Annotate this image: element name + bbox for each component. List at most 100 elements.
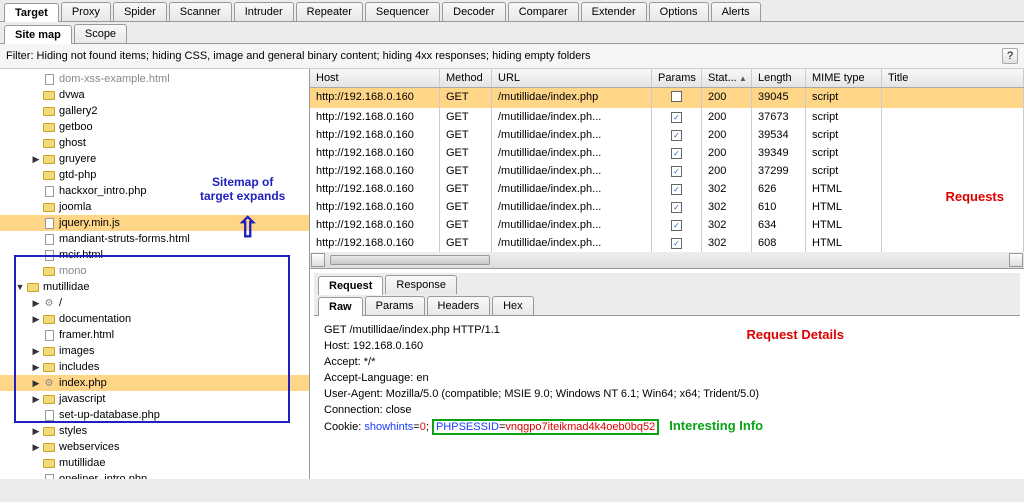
col-header[interactable]: Params (652, 69, 702, 87)
tree-label: gallery2 (59, 105, 98, 117)
help-icon[interactable]: ? (1002, 48, 1018, 64)
table-cell: 200 (702, 162, 752, 180)
tree-item[interactable]: ▶webservices (0, 439, 309, 455)
tab-extender[interactable]: Extender (581, 2, 647, 21)
table-cell: ✓ (652, 126, 702, 144)
table-row[interactable]: http://192.168.0.160GET/mutillidae/index… (310, 216, 1024, 234)
tree-item[interactable]: ▶includes (0, 359, 309, 375)
horizontal-scrollbar[interactable] (310, 252, 1024, 268)
tree-expander-icon[interactable]: ▶ (30, 346, 42, 357)
gear-icon: ⚙ (42, 297, 56, 309)
tab-decoder[interactable]: Decoder (442, 2, 506, 21)
tree-item[interactable]: ▶getboo (0, 119, 309, 135)
raw-tab-hex[interactable]: Hex (492, 296, 534, 315)
subtab-scope[interactable]: Scope (74, 24, 127, 43)
tree-item[interactable]: ▶ghost (0, 135, 309, 151)
table-cell: /mutillidae/index.ph... (492, 126, 652, 144)
col-header[interactable]: Title (882, 69, 1024, 87)
tree-item[interactable]: ▶oneliner_intro.php (0, 471, 309, 479)
tree-item[interactable]: ▶dom-xss-example.html (0, 71, 309, 87)
tab-alerts[interactable]: Alerts (711, 2, 761, 21)
table-row[interactable]: http://192.168.0.160GET/mutillidae/index… (310, 144, 1024, 162)
tree-item[interactable]: ▶mutillidae (0, 455, 309, 471)
table-body[interactable]: http://192.168.0.160GET/mutillidae/index… (310, 88, 1024, 252)
tree-item[interactable]: ▶mono (0, 263, 309, 279)
request-body[interactable]: GET /mutillidae/index.php HTTP/1.1 Host:… (314, 316, 1020, 441)
tree-expander-icon[interactable]: ▶ (30, 298, 42, 309)
tree-item[interactable]: ▶framer.html (0, 327, 309, 343)
tab-comparer[interactable]: Comparer (508, 2, 579, 21)
tree-label: jquery.min.js (59, 217, 120, 229)
tab-intruder[interactable]: Intruder (234, 2, 294, 21)
tab-options[interactable]: Options (649, 2, 709, 21)
table-cell: http://192.168.0.160 (310, 162, 440, 180)
table-row[interactable]: http://192.168.0.160GET/mutillidae/index… (310, 180, 1024, 198)
tree-item[interactable]: ▶images (0, 343, 309, 359)
tree-item[interactable]: ▶gruyere (0, 151, 309, 167)
tree-expander-icon[interactable]: ▶ (30, 394, 42, 405)
table-row[interactable]: http://192.168.0.160GET/mutillidae/index… (310, 234, 1024, 252)
table-header[interactable]: HostMethodURLParamsStat... ▲LengthMIME t… (310, 69, 1024, 88)
tab-sequencer[interactable]: Sequencer (365, 2, 440, 21)
tree-item[interactable]: ▶dvwa (0, 87, 309, 103)
tree-item[interactable]: ▶jquery.min.js (0, 215, 309, 231)
tab-spider[interactable]: Spider (113, 2, 167, 21)
tree-item[interactable]: ▶styles (0, 423, 309, 439)
table-row[interactable]: http://192.168.0.160GET/mutillidae/index… (310, 108, 1024, 126)
tree-expander-icon[interactable]: ▼ (14, 282, 26, 292)
tab-proxy[interactable]: Proxy (61, 2, 111, 21)
table-row[interactable]: http://192.168.0.160GET/mutillidae/index… (310, 162, 1024, 180)
tree-expander-icon[interactable]: ▶ (30, 442, 42, 453)
tree-item[interactable]: ▶documentation (0, 311, 309, 327)
detail-tab-response[interactable]: Response (385, 275, 457, 294)
tab-repeater[interactable]: Repeater (296, 2, 363, 21)
tree-item[interactable]: ▶⚙index.php (0, 375, 309, 391)
tree-label: dom-xss-example.html (59, 73, 170, 85)
req-line: GET /mutillidae/index.php HTTP/1.1 (324, 322, 1010, 338)
raw-tab-raw[interactable]: Raw (318, 297, 363, 316)
detail-tab-request[interactable]: Request (318, 276, 383, 295)
tree-label: framer.html (59, 329, 114, 341)
table-cell: script (806, 88, 882, 108)
folder-icon (42, 361, 56, 373)
table-cell: HTML (806, 180, 882, 198)
col-header[interactable]: Method (440, 69, 492, 87)
raw-tab-params[interactable]: Params (365, 296, 425, 315)
table-cell: ✓ (652, 108, 702, 126)
table-cell: script (806, 126, 882, 144)
table-cell (882, 234, 1024, 252)
tree-item[interactable]: ▶⚙/ (0, 295, 309, 311)
tree-item[interactable]: ▶mcir.html (0, 247, 309, 263)
tree-item[interactable]: ▶javascript (0, 391, 309, 407)
tree-expander-icon[interactable]: ▶ (30, 362, 42, 373)
tree-item[interactable]: ▼mutillidae (0, 279, 309, 295)
tree-expander-icon[interactable]: ▶ (30, 378, 42, 389)
tree-expander-icon[interactable]: ▶ (30, 154, 42, 165)
table-cell: http://192.168.0.160 (310, 180, 440, 198)
tree-item[interactable]: ▶set-up-database.php (0, 407, 309, 423)
tab-target[interactable]: Target (4, 3, 59, 22)
params-checkbox-icon: ✓ (671, 148, 682, 159)
tree-expander-icon[interactable]: ▶ (30, 426, 42, 437)
table-row[interactable]: http://192.168.0.160GET/mutillidae/index… (310, 88, 1024, 108)
tree-item[interactable]: ▶mandiant-struts-forms.html (0, 231, 309, 247)
raw-tab-headers[interactable]: Headers (427, 296, 491, 315)
tree-item[interactable]: ▶gallery2 (0, 103, 309, 119)
scrollbar-thumb[interactable] (330, 255, 490, 265)
tree-expander-icon[interactable]: ▶ (30, 314, 42, 325)
filter-bar[interactable]: Filter: Hiding not found items; hiding C… (0, 44, 1024, 69)
col-header[interactable]: MIME type (806, 69, 882, 87)
folder-icon (42, 153, 56, 165)
tab-scanner[interactable]: Scanner (169, 2, 232, 21)
table-row[interactable]: http://192.168.0.160GET/mutillidae/index… (310, 198, 1024, 216)
table-row[interactable]: http://192.168.0.160GET/mutillidae/index… (310, 126, 1024, 144)
subtab-site-map[interactable]: Site map (4, 25, 72, 44)
col-header[interactable]: Stat... ▲ (702, 69, 752, 87)
col-header[interactable]: Length (752, 69, 806, 87)
tree-label: / (59, 297, 62, 309)
col-header[interactable]: URL (492, 69, 652, 87)
site-tree[interactable]: ▶dom-xss-example.html▶dvwa▶gallery2▶getb… (0, 69, 309, 479)
table-cell: GET (440, 144, 492, 162)
site-tree-pane: ▶dom-xss-example.html▶dvwa▶gallery2▶getb… (0, 69, 310, 479)
col-header[interactable]: Host (310, 69, 440, 87)
